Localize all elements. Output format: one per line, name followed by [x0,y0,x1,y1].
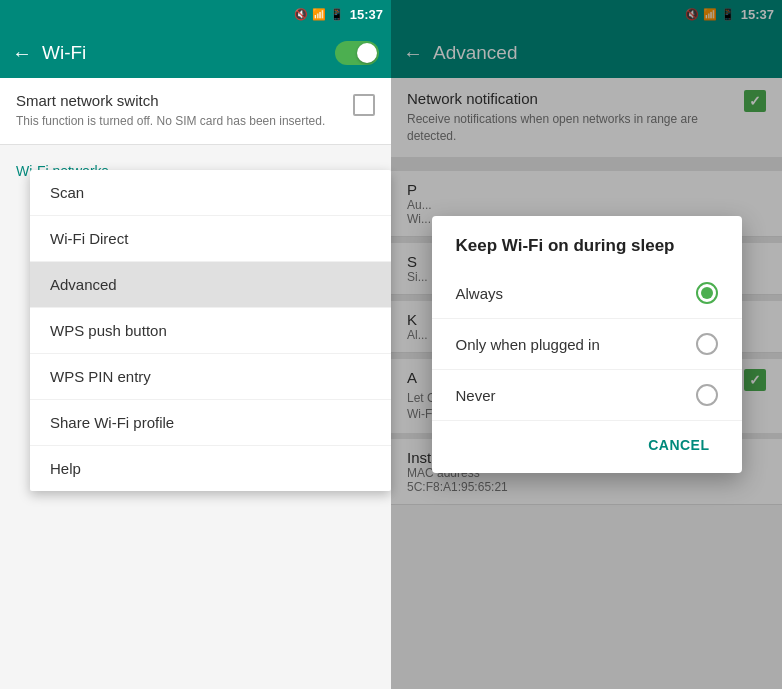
radio-always-inner [701,287,713,299]
dialog-option-plugged[interactable]: Only when plugged in [432,319,742,370]
dialog-title: Keep Wi-Fi on during sleep [432,216,742,268]
radio-plugged[interactable] [696,333,718,355]
left-back-button[interactable]: ← [12,42,32,65]
mute-icon: 🔇 [294,8,308,21]
left-toolbar: ← Wi-Fi [0,28,391,78]
wifi-toggle[interactable] [335,41,379,65]
menu-item-advanced[interactable]: Advanced [30,262,391,308]
dialog-option-never-label: Never [456,387,496,404]
keep-wifi-dialog: Keep Wi-Fi on during sleep Always Only w… [432,216,742,473]
menu-item-wps-push[interactable]: WPS push button [30,308,391,354]
radio-never[interactable] [696,384,718,406]
left-time: 15:37 [350,7,383,22]
menu-item-help[interactable]: Help [30,446,391,491]
left-panel: 🔇 📶 📱 15:37 ← Wi-Fi Smart network switch… [0,0,391,689]
left-toolbar-title: Wi-Fi [42,42,325,64]
wifi-icon: 📶 [312,8,326,21]
dialog-option-plugged-label: Only when plugged in [456,336,600,353]
smart-network-title: Smart network switch [16,92,343,109]
dialog-overlay: Keep Wi-Fi on during sleep Always Only w… [391,0,782,689]
smart-network-checkbox[interactable] [353,94,375,116]
radio-always[interactable] [696,282,718,304]
dialog-option-always-label: Always [456,285,504,302]
context-menu: Scan Wi-Fi Direct Advanced WPS push butt… [30,170,391,491]
left-status-bar: 🔇 📶 📱 15:37 [0,0,391,28]
signal-icon: 📱 [330,8,344,21]
dialog-actions: CANCEL [432,421,742,473]
menu-item-wifi-direct[interactable]: Wi-Fi Direct [30,216,391,262]
menu-item-wps-pin[interactable]: WPS PIN entry [30,354,391,400]
dialog-option-never[interactable]: Never [432,370,742,421]
left-status-icons: 🔇 📶 📱 [294,8,344,21]
smart-network-section: Smart network switch This function is tu… [0,78,391,145]
menu-item-share-wifi[interactable]: Share Wi-Fi profile [30,400,391,446]
right-panel: 🔇 📶 📱 15:37 ← Advanced Network notificat… [391,0,782,689]
smart-network-desc: This function is turned off. No SIM card… [16,113,343,130]
menu-item-scan[interactable]: Scan [30,170,391,216]
dialog-option-always[interactable]: Always [432,268,742,319]
dialog-cancel-button[interactable]: CANCEL [632,429,725,461]
